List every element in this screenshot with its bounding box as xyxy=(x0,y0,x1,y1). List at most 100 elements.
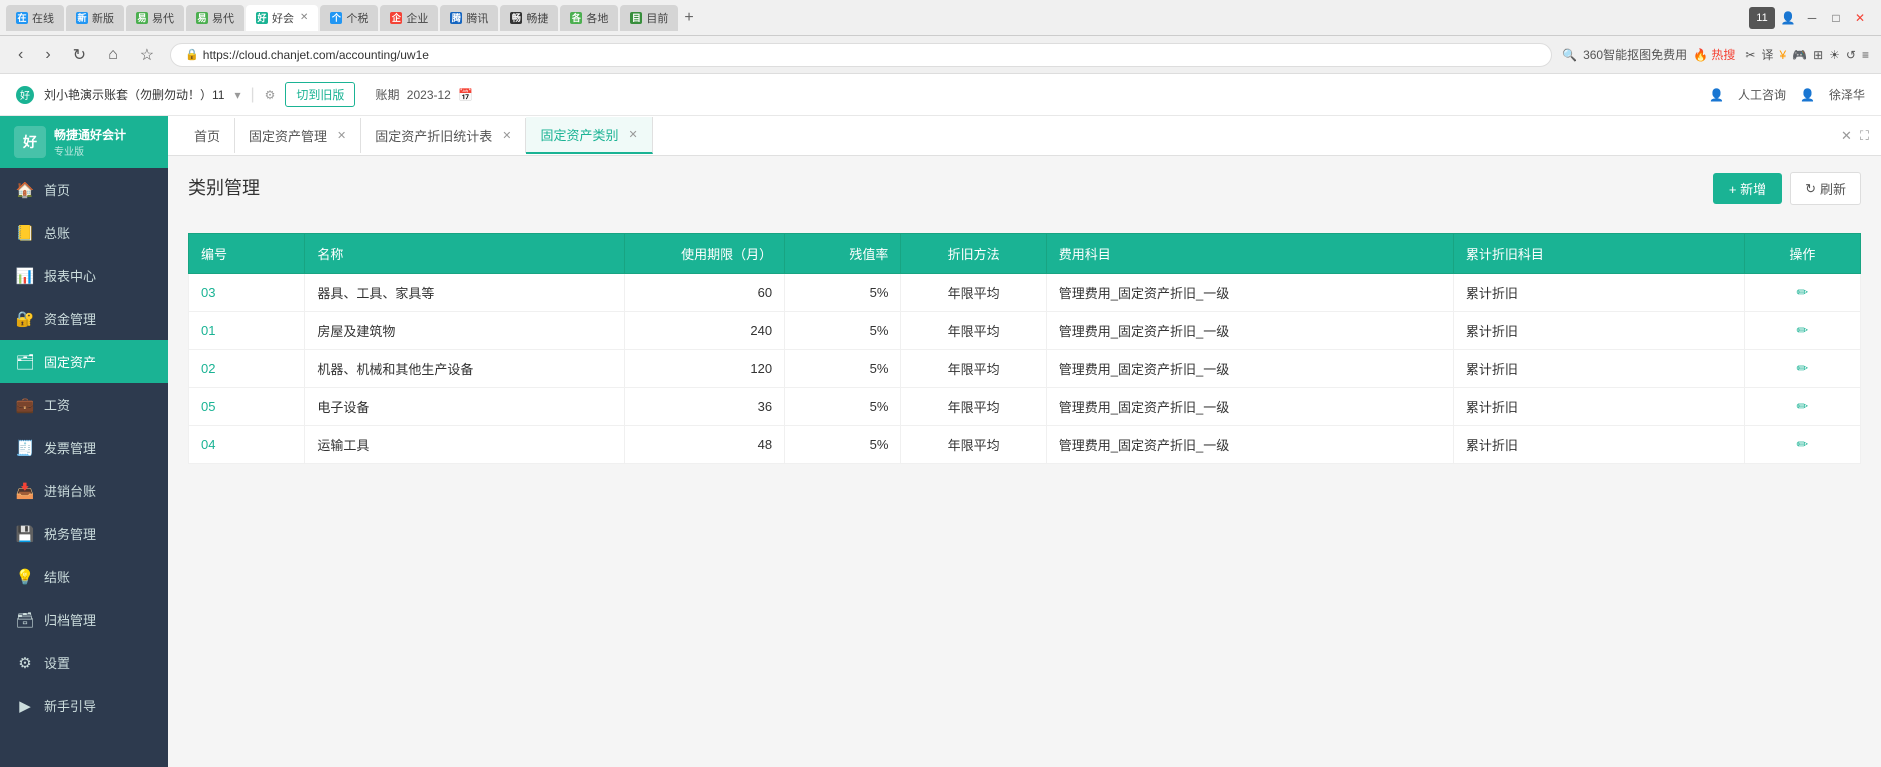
tab-close-icon[interactable]: ✕ xyxy=(1841,128,1852,144)
edit-button-3[interactable]: ✏ xyxy=(1796,398,1808,414)
tab-1-label: 在线 xyxy=(32,10,54,26)
tab-fixed-mgmt[interactable]: 固定资产管理 ✕ xyxy=(235,118,361,153)
cell-expense-2: 管理费用_固定资产折旧_一级 xyxy=(1046,350,1453,388)
tab-fixed-category-close[interactable]: ✕ xyxy=(629,128,638,141)
add-button[interactable]: + 新增 xyxy=(1713,173,1782,204)
close-button[interactable]: ✕ xyxy=(1849,7,1871,29)
switch-version-button[interactable]: 切到旧版 xyxy=(285,82,355,107)
table-row: 04 运输工具 48 5% 年限平均 管理费用_固定资产折旧_一级 累计折旧 ✏ xyxy=(189,426,1861,464)
edit-button-1[interactable]: ✏ xyxy=(1796,322,1808,338)
browser-tab-2[interactable]: 新 新版 xyxy=(66,5,124,31)
cell-accum-1: 累计折旧 xyxy=(1453,312,1744,350)
tab-expand-icon[interactable]: ⛶ xyxy=(1860,128,1869,144)
sidebar-item-archive[interactable]: 🗃 归档管理 xyxy=(0,598,168,641)
code-link-2[interactable]: 02 xyxy=(201,361,215,376)
edit-button-0[interactable]: ✏ xyxy=(1796,284,1808,300)
browser-tab-6[interactable]: 个 个税 xyxy=(320,5,378,31)
sidebar-item-ledger[interactable]: 📒 总账 xyxy=(0,211,168,254)
code-link-0[interactable]: 03 xyxy=(201,285,215,300)
sidebar-item-reports[interactable]: 📊 报表中心 xyxy=(0,254,168,297)
sidebar-item-fixed-assets[interactable]: 🗂 固定资产 xyxy=(0,340,168,383)
sidebar-item-tax[interactable]: 💾 税务管理 xyxy=(0,512,168,555)
sidebar-sales-label: 进销台账 xyxy=(44,481,96,500)
tab-fixed-category[interactable]: 固定资产类别 ✕ xyxy=(526,117,652,154)
browser-tab-3[interactable]: 易 易代 xyxy=(126,5,184,31)
browser-tab-5[interactable]: 好 好会 ✕ xyxy=(246,5,318,31)
browser-tab-4[interactable]: 易 易代 xyxy=(186,5,244,31)
edit-button-2[interactable]: ✏ xyxy=(1796,360,1808,376)
browser-tab-10[interactable]: 各 各地 xyxy=(560,5,618,31)
sidebar-item-invoice[interactable]: 🧾 发票管理 xyxy=(0,426,168,469)
avatar-icon: 👤 xyxy=(1800,88,1815,102)
sidebar-item-payroll[interactable]: 💼 工资 xyxy=(0,383,168,426)
home-button[interactable]: ⌂ xyxy=(102,44,124,66)
tab-fixed-mgmt-close[interactable]: ✕ xyxy=(337,129,346,142)
calendar-icon[interactable]: 📅 xyxy=(458,88,473,102)
browser-tab-9[interactable]: 畅 畅捷 xyxy=(500,5,558,31)
sidebar-item-settings[interactable]: ⚙ 设置 xyxy=(0,641,168,684)
cell-period-3: 36 xyxy=(625,388,785,426)
url-text: https://cloud.chanjet.com/accounting/uw1… xyxy=(203,48,429,62)
tab-6-label: 个税 xyxy=(346,10,368,26)
checkout-icon: 💡 xyxy=(16,568,34,586)
restore-button[interactable]: □ xyxy=(1825,7,1847,29)
browser-tab-7[interactable]: 企 企业 xyxy=(380,5,438,31)
dropdown-arrow[interactable]: ▾ xyxy=(234,88,240,102)
refresh-button-main[interactable]: ↻ 刷新 xyxy=(1790,172,1861,205)
sidebar-item-funds[interactable]: 🔐 资金管理 xyxy=(0,297,168,340)
table-header-row: 编号 名称 使用期限（月） 残值率 折旧方法 费用科目 累计折旧科目 操作 xyxy=(189,234,1861,274)
code-link-4[interactable]: 04 xyxy=(201,437,215,452)
code-link-1[interactable]: 01 xyxy=(201,323,215,338)
brightness-icon: ☀ xyxy=(1829,48,1840,62)
cell-method-2: 年限平均 xyxy=(901,350,1046,388)
th-name: 名称 xyxy=(305,234,625,274)
invoice-icon: 🧾 xyxy=(16,439,34,457)
table-row: 03 器具、工具、家具等 60 5% 年限平均 管理费用_固定资产折旧_一级 累… xyxy=(189,274,1861,312)
browser-tab-8[interactable]: 腾 腾讯 xyxy=(440,5,498,31)
sidebar-item-sales[interactable]: 📥 进销台账 xyxy=(0,469,168,512)
menu-icon[interactable]: ≡ xyxy=(1862,48,1869,62)
archive-icon: 🗃 xyxy=(16,611,34,629)
edit-button-4[interactable]: ✏ xyxy=(1796,436,1808,452)
back-button[interactable]: ‹ xyxy=(12,44,29,66)
minimize-button[interactable]: ─ xyxy=(1801,7,1823,29)
forward-button[interactable]: › xyxy=(39,44,56,66)
th-expense: 费用科目 xyxy=(1046,234,1453,274)
table-row: 01 房屋及建筑物 240 5% 年限平均 管理费用_固定资产折旧_一级 累计折… xyxy=(189,312,1861,350)
cell-period-4: 48 xyxy=(625,426,785,464)
sidebar-logo: 好 畅捷通好会计 专业版 xyxy=(0,116,168,168)
tab-5-close[interactable]: ✕ xyxy=(300,12,308,23)
code-link-3[interactable]: 05 xyxy=(201,399,215,414)
sidebar-item-guide[interactable]: ▶ 新手引导 xyxy=(0,684,168,727)
support-link[interactable]: 人工咨询 xyxy=(1738,86,1786,103)
sidebar-item-checkout[interactable]: 💡 结账 xyxy=(0,555,168,598)
sidebar-logo-text: 畅捷通好会计 专业版 xyxy=(54,126,126,158)
new-tab-button[interactable]: + xyxy=(680,9,697,27)
url-bar[interactable]: 🔒 https://cloud.chanjet.com/accounting/u… xyxy=(170,43,1552,67)
period-value: 2023-12 xyxy=(407,88,451,102)
cell-name-4: 运输工具 xyxy=(305,426,625,464)
cell-code-1: 01 xyxy=(189,312,305,350)
fixed-assets-icon: 🗂 xyxy=(16,353,34,371)
guide-icon: ▶ xyxy=(16,697,34,715)
sidebar-checkout-label: 结账 xyxy=(44,567,70,586)
table-body: 03 器具、工具、家具等 60 5% 年限平均 管理费用_固定资产折旧_一级 累… xyxy=(189,274,1861,464)
profile-icon[interactable]: 👤 xyxy=(1777,7,1799,29)
separator-1: | xyxy=(251,86,255,104)
sidebar-item-home[interactable]: 🏠 首页 xyxy=(0,168,168,211)
tab-fixed-depreciation-close[interactable]: ✕ xyxy=(502,129,511,142)
sidebar-ledger-label: 总账 xyxy=(44,223,70,242)
browser-tab-1[interactable]: 在 在线 xyxy=(6,5,64,31)
tab-fixed-depreciation[interactable]: 固定资产折旧统计表 ✕ xyxy=(361,118,526,153)
tab-home[interactable]: 首页 xyxy=(180,118,235,153)
settings-icon[interactable]: ⚙ xyxy=(265,88,276,102)
logo-line2: 专业版 xyxy=(54,143,126,158)
table-row: 02 机器、机械和其他生产设备 120 5% 年限平均 管理费用_固定资产折旧_… xyxy=(189,350,1861,388)
page-tabs: 首页 固定资产管理 ✕ 固定资产折旧统计表 ✕ 固定资产类别 ✕ ✕ ⛶ xyxy=(168,116,1881,156)
browser-tab-11[interactable]: 目 目前 xyxy=(620,5,678,31)
cell-rate-1: 5% xyxy=(785,312,901,350)
bookmark-button[interactable]: ☆ xyxy=(134,43,160,67)
refresh-button[interactable]: ↻ xyxy=(67,43,92,67)
reports-icon: 📊 xyxy=(16,267,34,285)
sidebar-logo-icon: 好 xyxy=(14,126,46,158)
